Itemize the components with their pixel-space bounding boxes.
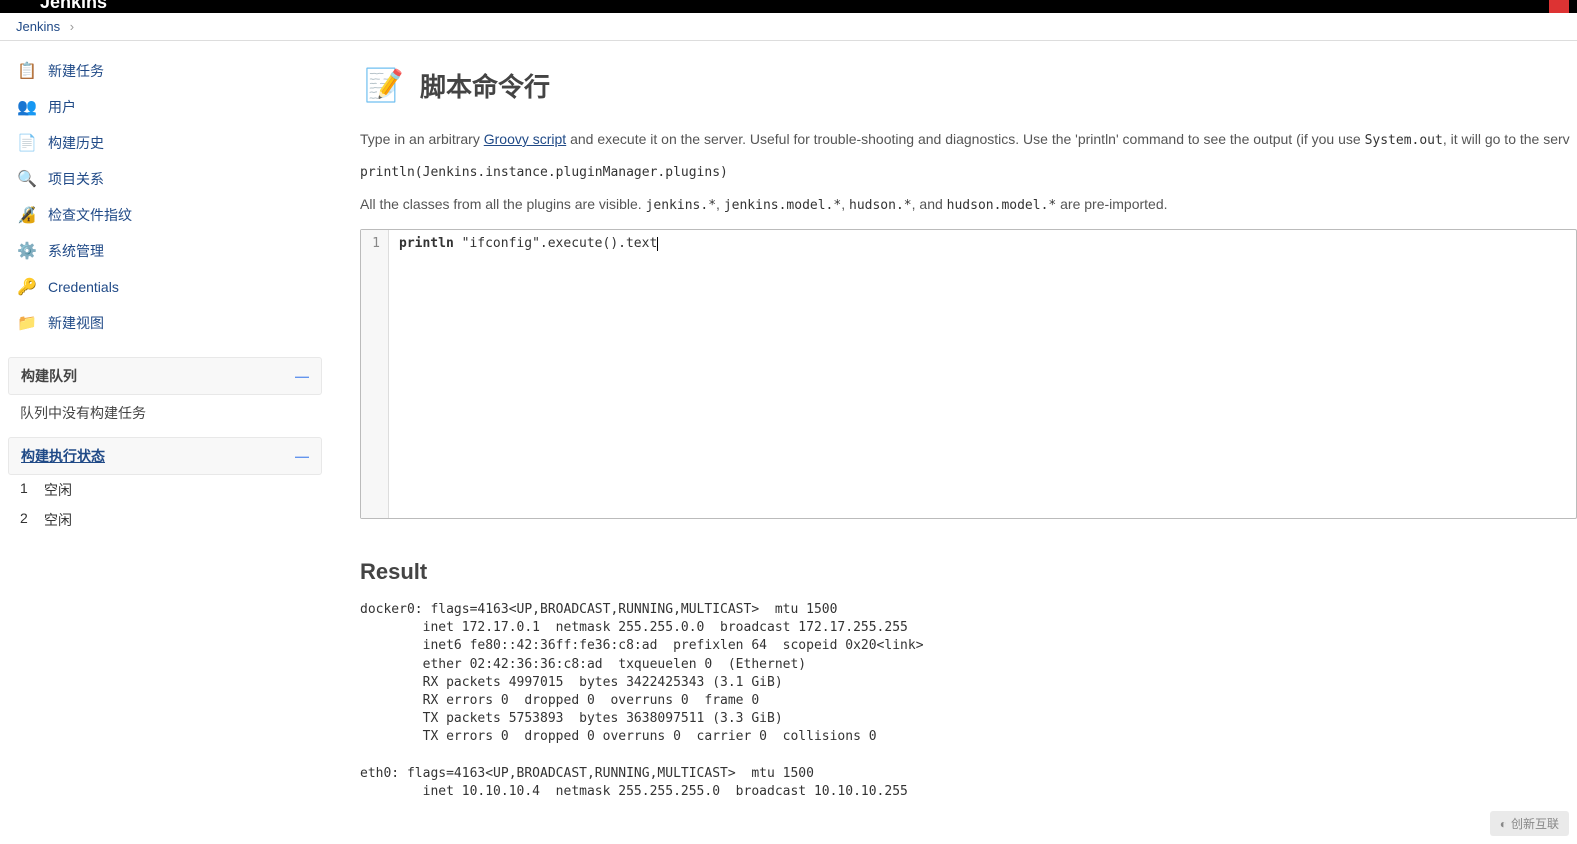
notification-indicator[interactable] [1549, 0, 1569, 13]
breadcrumb-root[interactable]: Jenkins [16, 19, 60, 34]
code-system-out: System.out [1365, 133, 1443, 148]
sidebar-item-manage[interactable]: 系统管理 [8, 233, 322, 269]
cursor-icon [657, 237, 658, 251]
brand-logo[interactable]: Jenkins [0, 0, 107, 13]
main-content: 脚本命令行 Type in an arbitrary Groovy script… [330, 41, 1577, 821]
executor-status: 空闲 [44, 510, 72, 530]
history-icon [16, 132, 38, 154]
sidebar-item-new-job[interactable]: 新建任务 [8, 53, 322, 89]
executor-row: 2 空闲 [8, 505, 322, 535]
result-output: docker0: flags=4163<UP,BROADCAST,RUNNING… [360, 601, 1577, 801]
sidebar-item-users[interactable]: 用户 [8, 89, 322, 125]
sidebar-item-label[interactable]: 用户 [48, 97, 76, 117]
executor-number: 2 [20, 510, 44, 530]
breadcrumb-separator: › [70, 19, 74, 34]
sidebar-item-label[interactable]: 新建任务 [48, 61, 104, 81]
sidebar-item-new-view[interactable]: 新建视图 [8, 305, 322, 341]
new-view-icon [16, 312, 38, 334]
script-icon [360, 61, 408, 109]
sidebar-item-label[interactable]: 检查文件指纹 [48, 205, 132, 225]
sidebar-item-label[interactable]: Credentials [48, 279, 119, 295]
executor-status: 空闲 [44, 480, 72, 500]
executor-number: 1 [20, 480, 44, 500]
new-job-icon [16, 60, 38, 82]
watermark: ◐ 创新互联 [1490, 811, 1569, 836]
build-queue-header: 构建队列 — [8, 357, 322, 395]
sidebar-item-label[interactable]: 新建视图 [48, 313, 104, 333]
intro-text: Type in an arbitrary Groovy script and e… [360, 129, 1577, 151]
executor-title[interactable]: 构建执行状态 [21, 446, 105, 466]
sidebar-item-label[interactable]: 构建历史 [48, 133, 104, 153]
build-queue-title: 构建队列 [21, 366, 77, 386]
page-title: 脚本命令行 [420, 67, 550, 104]
sidebar-item-fingerprint[interactable]: 检查文件指纹 [8, 197, 322, 233]
top-bar: Jenkins [0, 0, 1577, 13]
result-heading: Result [360, 559, 1577, 585]
watermark-icon: ◐ [1500, 817, 1507, 831]
build-queue-pane: 构建队列 — 队列中没有构建任务 [8, 357, 322, 431]
breadcrumb: Jenkins › [0, 13, 1577, 41]
manage-icon [16, 240, 38, 262]
classes-text: All the classes from all the plugins are… [360, 194, 1577, 216]
sidebar-item-build-history[interactable]: 构建历史 [8, 125, 322, 161]
executor-pane: 构建执行状态 — 1 空闲 2 空闲 [8, 437, 322, 535]
relationship-icon [16, 168, 38, 190]
layout: 新建任务 用户 构建历史 项目关系 检查文件指纹 系统管理 Credential… [0, 41, 1577, 821]
collapse-icon[interactable]: — [295, 448, 309, 464]
groovy-link[interactable]: Groovy script [484, 131, 566, 147]
editor-content[interactable]: println "ifconfig".execute().text [389, 230, 1576, 518]
collapse-icon[interactable]: — [295, 368, 309, 384]
editor-gutter: 1 [361, 230, 389, 518]
users-icon [16, 96, 38, 118]
executor-header: 构建执行状态 — [8, 437, 322, 475]
side-nav: 新建任务 用户 构建历史 项目关系 检查文件指纹 系统管理 Credential… [8, 53, 322, 341]
sidebar-item-project-relationship[interactable]: 项目关系 [8, 161, 322, 197]
code-sample: println(Jenkins.instance.pluginManager.p… [360, 165, 1577, 180]
sidebar-item-label[interactable]: 项目关系 [48, 169, 104, 189]
credentials-icon [16, 276, 38, 298]
script-editor[interactable]: 1 println "ifconfig".execute().text [360, 229, 1577, 519]
build-queue-content: 队列中没有构建任务 [8, 395, 322, 431]
fingerprint-icon [16, 204, 38, 226]
sidebar: 新建任务 用户 构建历史 项目关系 检查文件指纹 系统管理 Credential… [0, 41, 330, 821]
page-header: 脚本命令行 [360, 61, 1577, 109]
sidebar-item-credentials[interactable]: Credentials [8, 269, 322, 305]
sidebar-item-label[interactable]: 系统管理 [48, 241, 104, 261]
executor-row: 1 空闲 [8, 475, 322, 505]
